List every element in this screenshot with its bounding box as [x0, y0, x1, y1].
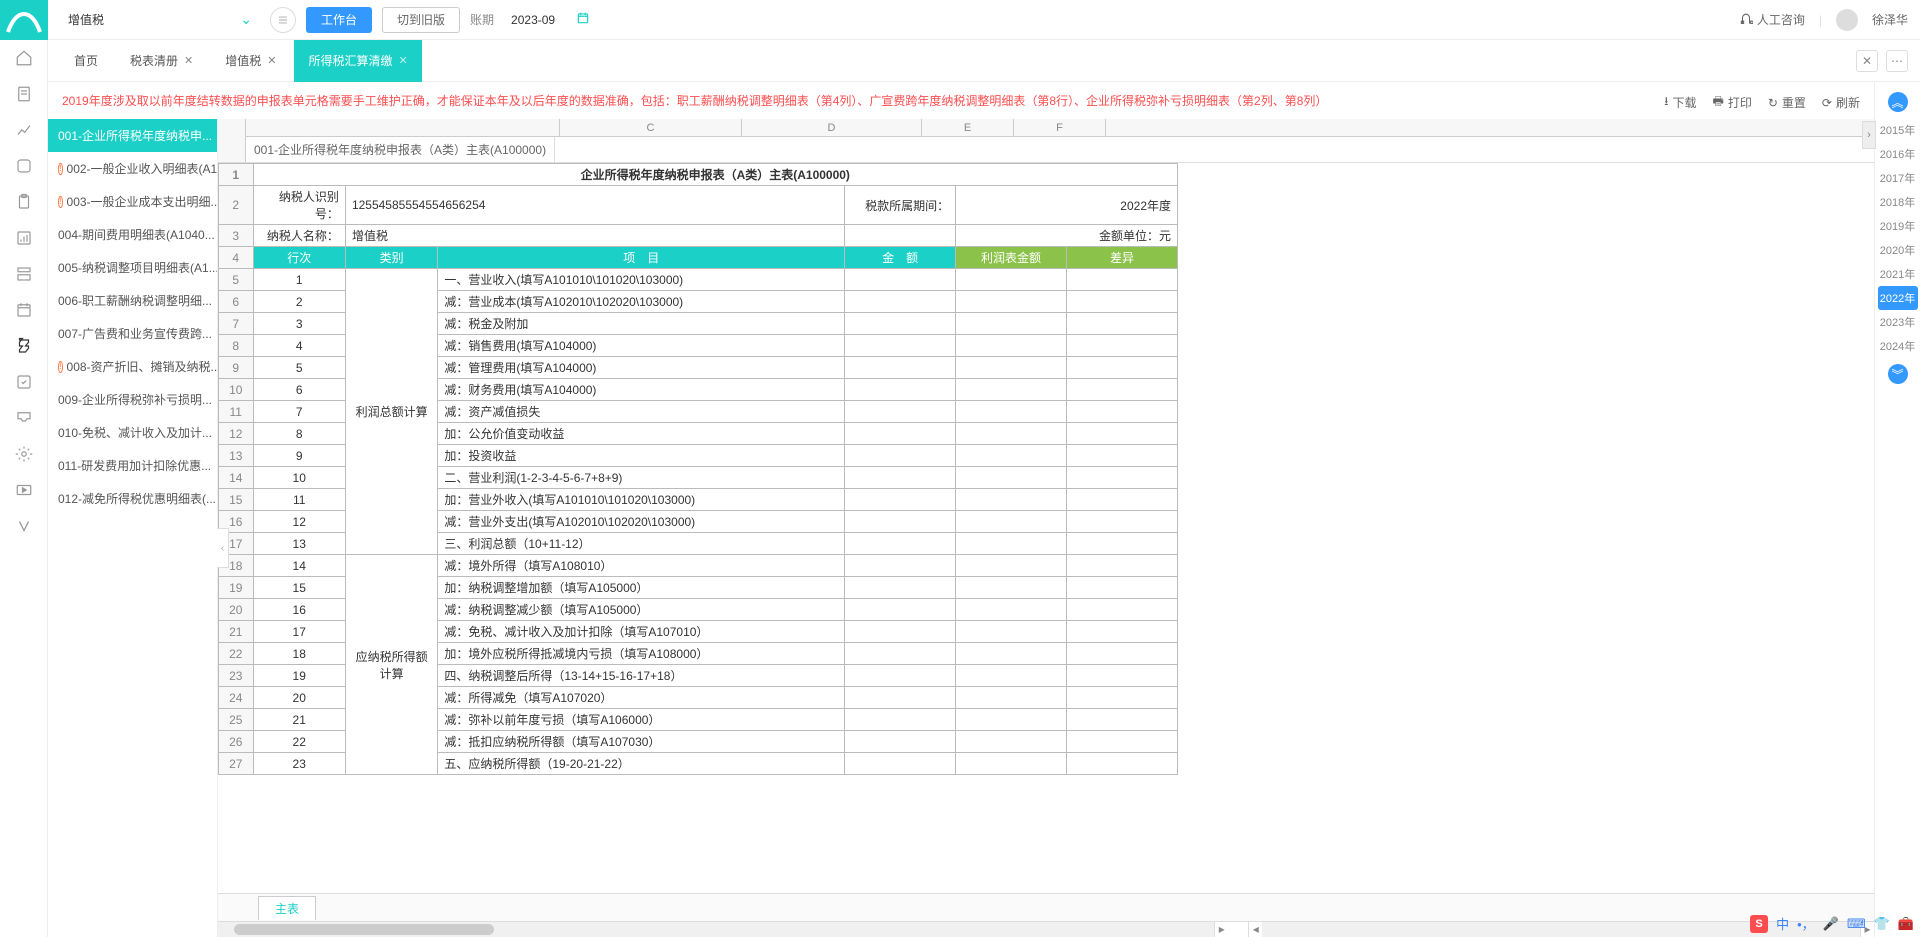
chevron-down-icon: ⌄	[240, 11, 252, 28]
nav-template-icon[interactable]	[0, 256, 48, 292]
sheet-tab-main[interactable]: 主表	[258, 896, 316, 920]
close-all-button[interactable]: ✕	[1856, 50, 1878, 72]
form-nav-item[interactable]: !003-一般企业成本支出明细...	[48, 185, 217, 218]
warning-text: 2019年度涉及取以前年度结转数据的申报表单元格需要手工维护正确，才能保证本年及…	[62, 92, 1644, 111]
nav-settings-icon[interactable]	[0, 436, 48, 472]
close-icon[interactable]: ✕	[184, 54, 193, 67]
year-rail: ︽ 2015年2016年2017年2018年2019年2020年2021年202…	[1874, 82, 1920, 937]
nav-clipboard-icon[interactable]	[0, 184, 48, 220]
tab-income-tax[interactable]: 所得税汇算清缴✕	[294, 40, 421, 82]
tab-vat[interactable]: 增值税✕	[211, 40, 290, 82]
app-logo[interactable]	[0, 0, 48, 40]
download-button[interactable]: ⭳ 下载	[1664, 92, 1696, 113]
horizontal-scrollbar[interactable]: ▸ ◂ ▸	[218, 921, 1874, 937]
col-header-e[interactable]: E	[922, 119, 1014, 136]
nav-video-icon[interactable]	[0, 472, 48, 508]
topbar: 增值税 ⌄ 工作台 切到旧版 账期 2023-09 人工咨询 | 徐泽华	[48, 0, 1920, 40]
consult-link[interactable]: 人工咨询	[1739, 11, 1805, 28]
expand-handle[interactable]: ›	[1862, 121, 1876, 149]
form-nav-item[interactable]: 006-职工薪酬纳税调整明细...	[48, 284, 217, 317]
nav-home-icon[interactable]	[0, 40, 48, 76]
year-button[interactable]: 2022年	[1878, 286, 1918, 310]
ime-lang[interactable]: 中	[1776, 914, 1789, 933]
company-name: 增值税	[68, 11, 104, 28]
ime-skin-icon[interactable]: 👕	[1874, 916, 1890, 932]
year-button[interactable]: 2019年	[1878, 214, 1918, 238]
print-button[interactable]: 🖶 打印	[1713, 92, 1752, 113]
year-button[interactable]: 2024年	[1878, 334, 1918, 358]
year-button[interactable]: 2018年	[1878, 190, 1918, 214]
year-button[interactable]: 2020年	[1878, 238, 1918, 262]
form-nav-item[interactable]: !002-一般企业收入明细表(A1...	[48, 152, 217, 185]
app-sidebar	[0, 0, 48, 937]
form-nav-item[interactable]: 001-企业所得税年度纳税申...	[48, 119, 217, 152]
calendar-icon[interactable]	[576, 11, 590, 28]
nav-inbox-icon[interactable]	[0, 400, 48, 436]
form-nav-item[interactable]: 005-纳税调整项目明细表(A1...	[48, 251, 217, 284]
collapse-handle[interactable]: ‹	[217, 528, 229, 568]
tab-home[interactable]: 首页	[60, 40, 112, 82]
sheet-area: ‹ › C D E F 001-企业所得税年度纳税申报表（A类）主表	[218, 119, 1874, 937]
warning-icon: !	[58, 361, 63, 373]
switch-old-button[interactable]: 切到旧版	[382, 7, 460, 33]
year-button[interactable]: 2021年	[1878, 262, 1918, 286]
close-icon[interactable]: ✕	[267, 54, 276, 67]
form-nav-item[interactable]: 011-研发费用加计扣除优惠...	[48, 449, 217, 482]
form-nav: 001-企业所得税年度纳税申...!002-一般企业收入明细表(A1...!00…	[48, 119, 218, 937]
col-header-d[interactable]: D	[742, 119, 922, 136]
workbench-button[interactable]: 工作台	[306, 7, 372, 33]
spreadsheet-table[interactable]: 1企业所得税年度纳税申报表（A类）主表(A100000)2纳税人识别号：1255…	[218, 163, 1178, 775]
warning-icon: !	[58, 196, 63, 208]
more-tabs-button[interactable]: ⋯	[1886, 50, 1908, 72]
rail-up-icon[interactable]: ︽	[1888, 92, 1908, 112]
nav-report-icon[interactable]	[0, 220, 48, 256]
col-header-f[interactable]: F	[1014, 119, 1106, 136]
col-header-c[interactable]: C	[560, 119, 742, 136]
year-button[interactable]: 2015年	[1878, 118, 1918, 142]
period-label: 账期	[470, 11, 494, 28]
refresh-button[interactable]: ⟳ 刷新	[1822, 92, 1860, 113]
avatar[interactable]	[1836, 9, 1858, 31]
form-nav-item[interactable]: 010-免税、减计收入及加计...	[48, 416, 217, 449]
ime-keyboard-icon[interactable]: ⌨	[1847, 916, 1866, 932]
ime-toolbar: S 中 •， 🎤 ⌨ 👕 🧰	[1750, 914, 1914, 933]
rail-down-icon[interactable]: ︾	[1888, 364, 1908, 384]
form-nav-item[interactable]: !008-资产折旧、摊销及纳税...	[48, 350, 217, 383]
form-nav-item[interactable]: 004-期间费用明细表(A1040...	[48, 218, 217, 251]
ime-badge[interactable]: S	[1750, 915, 1768, 933]
nav-archive-icon[interactable]	[0, 364, 48, 400]
ime-punct-icon[interactable]: •，	[1797, 914, 1815, 933]
form-nav-item[interactable]: 012-减免所得税优惠明细表(...	[48, 482, 217, 515]
close-icon[interactable]: ✕	[399, 54, 408, 67]
user-name[interactable]: 徐泽华	[1872, 11, 1908, 28]
tabbar: 首页 税表清册✕ 增值税✕ 所得税汇算清缴✕ ✕ ⋯	[48, 40, 1920, 82]
nav-tax-icon[interactable]	[0, 328, 48, 364]
nav-chart-icon[interactable]	[0, 112, 48, 148]
nav-v-icon[interactable]	[0, 508, 48, 544]
year-button[interactable]: 2016年	[1878, 142, 1918, 166]
list-button[interactable]	[270, 7, 296, 33]
tab-tax-list[interactable]: 税表清册✕	[116, 40, 207, 82]
nav-doc-icon[interactable]	[0, 76, 48, 112]
warning-icon: !	[58, 163, 63, 175]
sheet-breadcrumb: 001-企业所得税年度纳税申报表（A类）主表(A100000)	[246, 137, 555, 162]
company-selector[interactable]: 增值税 ⌄	[60, 6, 260, 34]
form-nav-item[interactable]: 009-企业所得税弥补亏损明...	[48, 383, 217, 416]
year-button[interactable]: 2017年	[1878, 166, 1918, 190]
period-value[interactable]: 2023-09	[504, 10, 562, 30]
reset-button[interactable]: ↻ 重置	[1768, 92, 1806, 113]
nav-money-icon[interactable]	[0, 148, 48, 184]
sheet-tabs: 主表	[218, 893, 1874, 921]
form-nav-item[interactable]: 007-广告费和业务宣传费跨...	[48, 317, 217, 350]
year-button[interactable]: 2023年	[1878, 310, 1918, 334]
ime-mic-icon[interactable]: 🎤	[1823, 916, 1839, 932]
nav-calendar-icon[interactable]	[0, 292, 48, 328]
ime-toolbox-icon[interactable]: 🧰	[1898, 916, 1914, 932]
